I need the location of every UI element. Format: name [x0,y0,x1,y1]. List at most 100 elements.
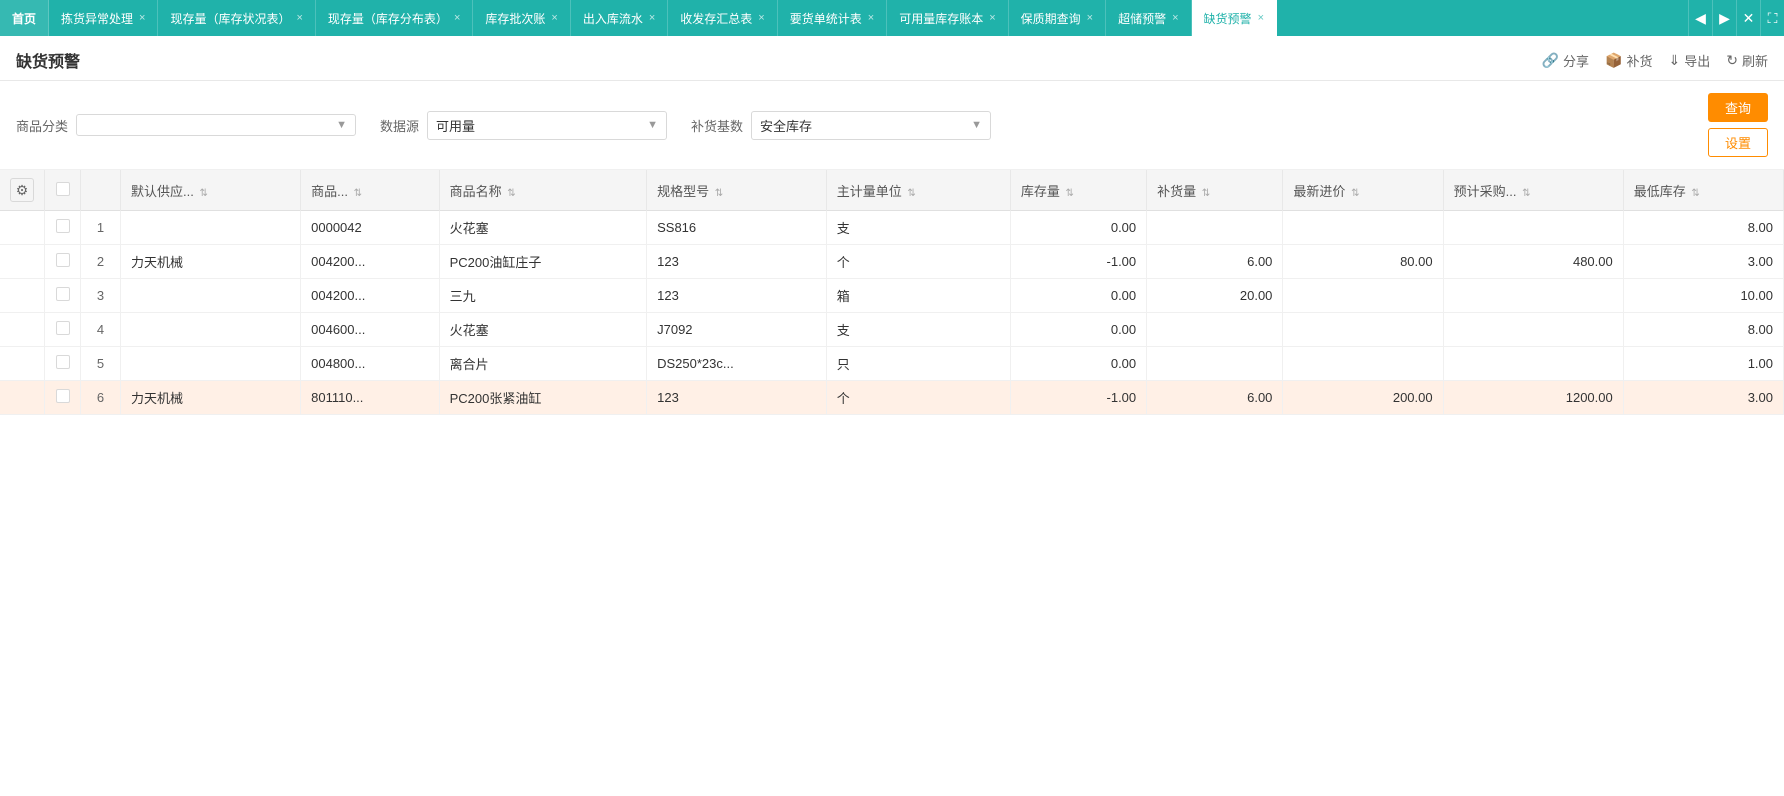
tab-close-exception[interactable]: × [139,12,145,24]
replenish-button[interactable]: 📦 补货 [1605,51,1652,70]
tab-expiry-query[interactable]: 保质期查询× [1009,0,1106,36]
tab-prev-button[interactable]: ◀ [1688,0,1712,36]
table-row: 6力天机械801110...PC200张紧油缸123个-1.006.00200.… [0,381,1784,415]
category-dropdown-icon: ▼ [336,119,347,131]
filter-area: 商品分类 ▼ 数据源 可用量 ▼ 补货基数 安全库存 ▼ 查询 设置 [0,81,1784,170]
tab-home[interactable]: 首页 [0,0,49,36]
col-settings-cell [0,381,45,415]
refresh-button[interactable]: ↻ 刷新 [1726,51,1768,70]
row-checkbox-3[interactable] [56,321,70,335]
col-replenish-qty-cell: 6.00 [1147,245,1283,279]
col-stock-cell: 0.00 [1010,313,1146,347]
tab-close-inventory-dist[interactable]: × [454,12,460,24]
tab-label-demand-stats: 要货单统计表 [790,10,862,27]
col-stock-cell: -1.00 [1010,381,1146,415]
col-replenish-qty-cell: 6.00 [1147,381,1283,415]
settings-button[interactable]: 设置 [1708,128,1768,157]
export-icon: ⇓ [1669,52,1681,69]
tab-close-overstock[interactable]: × [1172,12,1178,24]
tab-label-home: 首页 [12,10,36,27]
tab-available-ledger[interactable]: 可用量库存账本× [887,0,1008,36]
col-min-stock-header[interactable]: 最低库存 ⇅ [1623,170,1783,211]
row-checkbox-4[interactable] [56,355,70,369]
tab-inventory-dist[interactable]: 现存量（库存分布表） × [316,0,473,36]
row-checkbox-1[interactable] [56,253,70,267]
row-checkbox-0[interactable] [56,219,70,233]
col-spec-header[interactable]: 规格型号 ⇅ [647,170,827,211]
tab-close-expiry-query[interactable]: × [1087,12,1093,24]
col-stock-header[interactable]: 库存量 ⇅ [1010,170,1146,211]
share-button[interactable]: 🔗 分享 [1542,51,1589,70]
col-default-supplier-cell [121,211,301,245]
shortage-table: ⚙ 默认供应... ⇅ 商品... ⇅ 商品名称 [0,170,1784,415]
tab-shortage[interactable]: 缺货预警 × [1192,0,1277,36]
tab-inout-flow[interactable]: 出入库流水× [571,0,668,36]
query-button[interactable]: 查询 [1708,93,1768,122]
col-num-header [81,170,121,211]
datasource-select-value: 可用量 [436,116,475,135]
tab-close-batch-account[interactable]: × [551,12,557,24]
export-label: 导出 [1684,51,1710,70]
tab-label-inventory-dist: 现存量（库存分布表） [328,10,448,27]
col-est-purchase-cell: 480.00 [1443,245,1623,279]
tab-label-overstock: 超储预警 [1118,10,1166,27]
col-est-purchase-label: 预计采购... [1454,184,1517,199]
col-default-supplier-header[interactable]: 默认供应... ⇅ [121,170,301,211]
tab-collect-summary[interactable]: 收发存汇总表× [668,0,777,36]
col-stock-cell: -1.00 [1010,245,1146,279]
tab-close-collect-summary[interactable]: × [758,12,764,24]
table-row: 5004800...离合片DS250*23c...只0.001.00 [0,347,1784,381]
column-settings-icon[interactable]: ⚙ [10,178,34,202]
datasource-select[interactable]: 可用量 ▼ [427,111,667,140]
row-checkbox-2[interactable] [56,287,70,301]
col-replenish-qty-cell [1147,347,1283,381]
col-latest-price-cell [1283,313,1443,347]
col-product-code-cell: 801110... [301,381,439,415]
col-latest-price-header[interactable]: 最新进价 ⇅ [1283,170,1443,211]
col-stock-label: 库存量 [1021,184,1060,199]
col-default-supplier-cell [121,313,301,347]
tab-overstock[interactable]: 超储预警 × [1106,0,1191,36]
select-all-checkbox[interactable] [56,182,70,196]
table-header-row: ⚙ 默认供应... ⇅ 商品... ⇅ 商品名称 [0,170,1784,211]
col-default-supplier-cell: 力天机械 [121,245,301,279]
tab-close-button[interactable]: ✕ [1736,0,1760,36]
export-button[interactable]: ⇓ 导出 [1669,51,1711,70]
tab-exception[interactable]: 拣货异常处理× [49,0,158,36]
col-replenish-qty-cell [1147,211,1283,245]
col-est-purchase-cell: 1200.00 [1443,381,1623,415]
refresh-label: 刷新 [1742,51,1768,70]
col-replenish-qty-header[interactable]: 补货量 ⇅ [1147,170,1283,211]
col-checkbox-cell [45,245,81,279]
col-product-code-cell: 004200... [301,279,439,313]
row-checkbox-5[interactable] [56,389,70,403]
tab-close-available-ledger[interactable]: × [989,12,995,24]
col-default-supplier-cell [121,279,301,313]
col-product-name-header[interactable]: 商品名称 ⇅ [439,170,647,211]
tab-batch-account[interactable]: 库存批次账× [473,0,570,36]
col-product-code-header[interactable]: 商品... ⇅ [301,170,439,211]
category-select[interactable]: ▼ [76,114,356,136]
tab-close-inventory-status[interactable]: × [296,12,302,24]
filter-buttons: 查询 设置 [1708,93,1768,157]
tab-close-inout-flow[interactable]: × [649,12,655,24]
tab-label-shortage: 缺货预警 [1204,10,1252,27]
col-latest-price-cell: 200.00 [1283,381,1443,415]
col-product-name-cell: 三九 [439,279,647,313]
col-num-cell: 1 [81,211,121,245]
tab-inventory-status[interactable]: 现存量（库存状况表）× [158,0,315,36]
replenish-base-select[interactable]: 安全库存 ▼ [751,111,991,140]
tab-demand-stats[interactable]: 要货单统计表 × [778,0,887,36]
col-unit-header[interactable]: 主计量单位 ⇅ [826,170,1010,211]
tab-close-shortage[interactable]: × [1258,12,1264,24]
sort-latest-price-icon: ⇅ [1351,188,1359,199]
tab-close-demand-stats[interactable]: × [868,12,874,24]
tab-maximize-button[interactable]: ⛶ [1760,0,1784,36]
col-est-purchase-header[interactable]: 预计采购... ⇅ [1443,170,1623,211]
col-min-stock-cell: 8.00 [1623,313,1783,347]
col-min-stock-cell: 3.00 [1623,381,1783,415]
page-header: 缺货预警 🔗 分享 📦 补货 ⇓ 导出 ↻ 刷新 [0,36,1784,81]
col-default-supplier-cell [121,347,301,381]
col-replenish-qty-cell: 20.00 [1147,279,1283,313]
tab-next-button[interactable]: ▶ [1712,0,1736,36]
